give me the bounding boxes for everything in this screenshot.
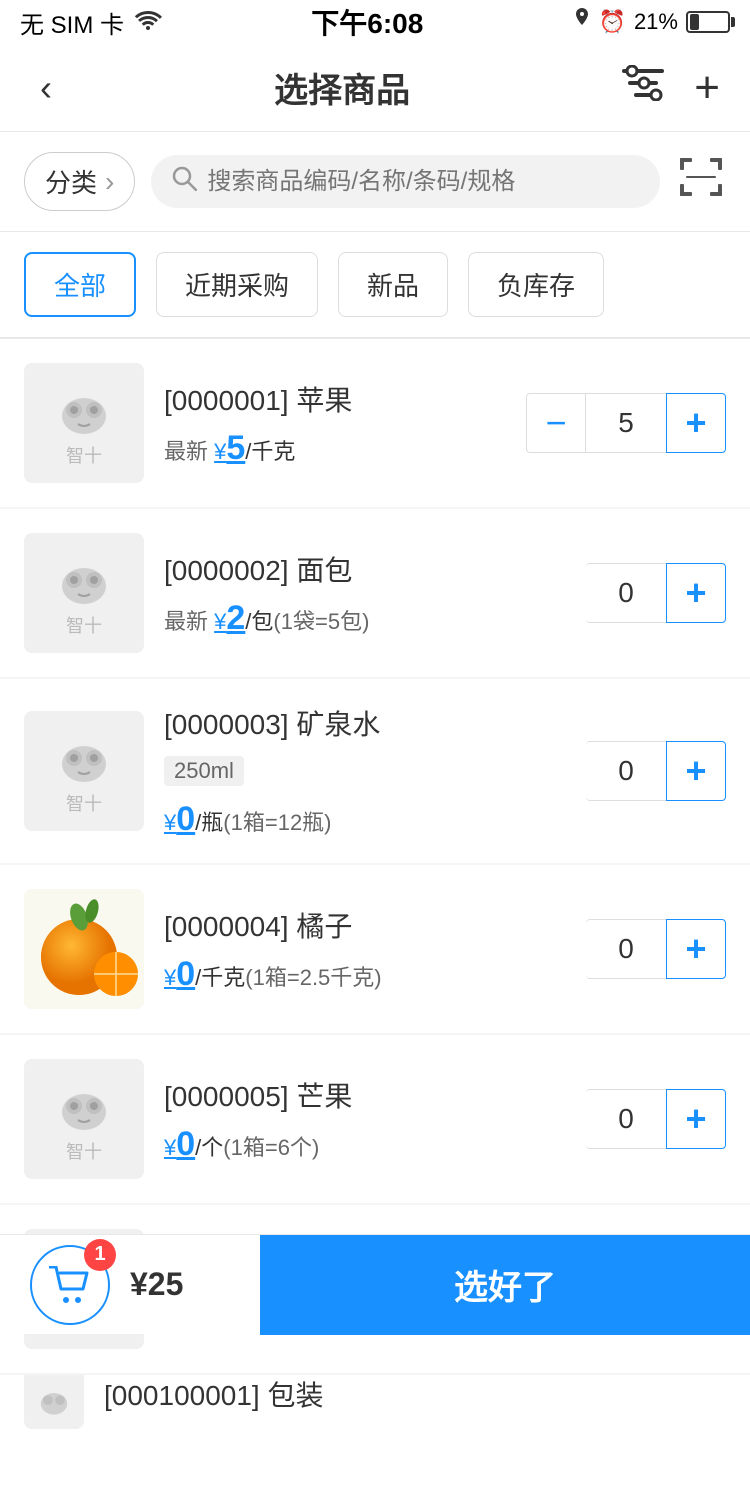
product-price-2: 最新 ¥2/包(1袋=5包): [164, 599, 566, 638]
qty-input-1[interactable]: [586, 393, 666, 453]
bottom-bar: 1 ¥25 选好了: [0, 1234, 750, 1334]
qty-controls-1: − +: [526, 393, 726, 453]
cart-icon[interactable]: 1: [30, 1245, 110, 1325]
product-info-1: [0000001] 苹果 最新 ¥5/千克: [164, 379, 506, 468]
table-row: 智十 [0000003] 矿泉水 250ml ¥0/瓶(1箱=12瓶) +: [0, 679, 750, 863]
back-button[interactable]: ‹: [30, 57, 62, 119]
product-price-3: ¥0/瓶(1箱=12瓶): [164, 800, 566, 839]
product-info-2: [0000002] 面包 最新 ¥2/包(1袋=5包): [164, 549, 566, 638]
qty-input-2[interactable]: [586, 563, 666, 623]
tab-all[interactable]: 全部: [24, 252, 136, 317]
tab-bar: 全部 近期采购 新品 负库存: [0, 232, 750, 339]
page-title: 选择商品: [274, 63, 410, 112]
qty-input-5[interactable]: [586, 1089, 666, 1149]
product-price-5: ¥0/个(1箱=6个): [164, 1125, 566, 1164]
qty-controls-3: +: [586, 741, 726, 801]
scan-icon[interactable]: [676, 154, 726, 209]
tab-recent[interactable]: 近期采购: [156, 252, 318, 317]
filter-icon[interactable]: [622, 65, 664, 111]
product-name-7: [000100001] 包装: [104, 1375, 726, 1414]
qty-controls-4: +: [586, 919, 726, 979]
search-box: [151, 155, 660, 208]
tab-negative[interactable]: 负库存: [468, 252, 604, 317]
placeholder-icon-3: 智十: [52, 726, 116, 816]
battery-icon: [686, 11, 730, 33]
cart-badge: 1: [84, 1239, 116, 1271]
qty-input-3[interactable]: [586, 741, 666, 801]
product-name-1: [0000001] 苹果: [164, 379, 506, 419]
product-image-7: [24, 1375, 84, 1429]
qty-input-4[interactable]: [586, 919, 666, 979]
nav-bar: ‹ 选择商品 +: [0, 44, 750, 132]
confirm-button[interactable]: 选好了: [260, 1235, 750, 1335]
qty-plus-3[interactable]: +: [666, 741, 726, 801]
product-info-3: [0000003] 矿泉水 250ml ¥0/瓶(1箱=12瓶): [164, 703, 566, 839]
table-row: [0000004] 橘子 ¥0/千克(1箱=2.5千克) +: [0, 865, 750, 1033]
product-name-5: [0000005] 芒果: [164, 1075, 566, 1115]
nav-actions: +: [622, 63, 720, 113]
product-info-5: [0000005] 芒果 ¥0/个(1箱=6个): [164, 1075, 566, 1164]
placeholder-icon-5: 智十: [52, 1074, 116, 1164]
cart-total: ¥25: [130, 1266, 183, 1303]
table-row: 智十 [0000001] 苹果 最新 ¥5/千克 − +: [0, 339, 750, 507]
alarm-icon: ⏰: [599, 9, 626, 35]
product-image-5: 智十: [24, 1059, 144, 1179]
product-image-2: 智十: [24, 533, 144, 653]
cart-section: 1 ¥25: [0, 1245, 260, 1325]
carrier-text: 无 SIM 卡: [20, 5, 124, 40]
product-price-4: ¥0/千克(1箱=2.5千克): [164, 955, 566, 994]
search-input[interactable]: [207, 168, 640, 196]
location-icon: [573, 8, 591, 36]
product-name-4: [0000004] 橘子: [164, 905, 566, 945]
product-image-3: 智十: [24, 711, 144, 831]
wifi-icon: [134, 8, 162, 37]
table-row: [000100001] 包装: [0, 1375, 750, 1499]
placeholder-icon-1: 智十: [52, 378, 116, 468]
table-row: 智十 [0000005] 芒果 ¥0/个(1箱=6个) +: [0, 1035, 750, 1203]
product-price-1: 最新 ¥5/千克: [164, 429, 506, 468]
placeholder-icon-2: 智十: [52, 548, 116, 638]
qty-plus-5[interactable]: +: [666, 1089, 726, 1149]
filter-bar: 分类 ›: [0, 132, 750, 232]
product-image-4: [24, 889, 144, 1009]
qty-controls-2: +: [586, 563, 726, 623]
placeholder-icon-7: [34, 1381, 74, 1417]
status-left: 无 SIM 卡: [20, 5, 162, 40]
product-image-1: 智十: [24, 363, 144, 483]
add-icon[interactable]: +: [694, 63, 720, 113]
tab-new[interactable]: 新品: [338, 252, 448, 317]
qty-minus-1[interactable]: −: [526, 393, 586, 453]
status-time: 下午6:08: [311, 2, 423, 42]
battery-text: 21%: [634, 9, 678, 35]
category-button[interactable]: 分类 ›: [24, 152, 135, 211]
product-name-2: [0000002] 面包: [164, 549, 566, 589]
status-right: ⏰ 21%: [573, 8, 730, 36]
product-info-4: [0000004] 橘子 ¥0/千克(1箱=2.5千克): [164, 905, 566, 994]
product-info-7: [000100001] 包装: [104, 1375, 726, 1424]
qty-controls-5: +: [586, 1089, 726, 1149]
category-label: 分类: [45, 163, 97, 200]
product-spec-3: 250ml: [164, 756, 244, 786]
qty-plus-1[interactable]: +: [666, 393, 726, 453]
category-arrow: ›: [105, 166, 114, 198]
status-bar: 无 SIM 卡 下午6:08 ⏰ 21%: [0, 0, 750, 44]
qty-plus-4[interactable]: +: [666, 919, 726, 979]
search-icon: [171, 165, 197, 198]
qty-plus-2[interactable]: +: [666, 563, 726, 623]
product-name-3: [0000003] 矿泉水: [164, 703, 566, 743]
table-row: 智十 [0000002] 面包 最新 ¥2/包(1袋=5包) +: [0, 509, 750, 677]
